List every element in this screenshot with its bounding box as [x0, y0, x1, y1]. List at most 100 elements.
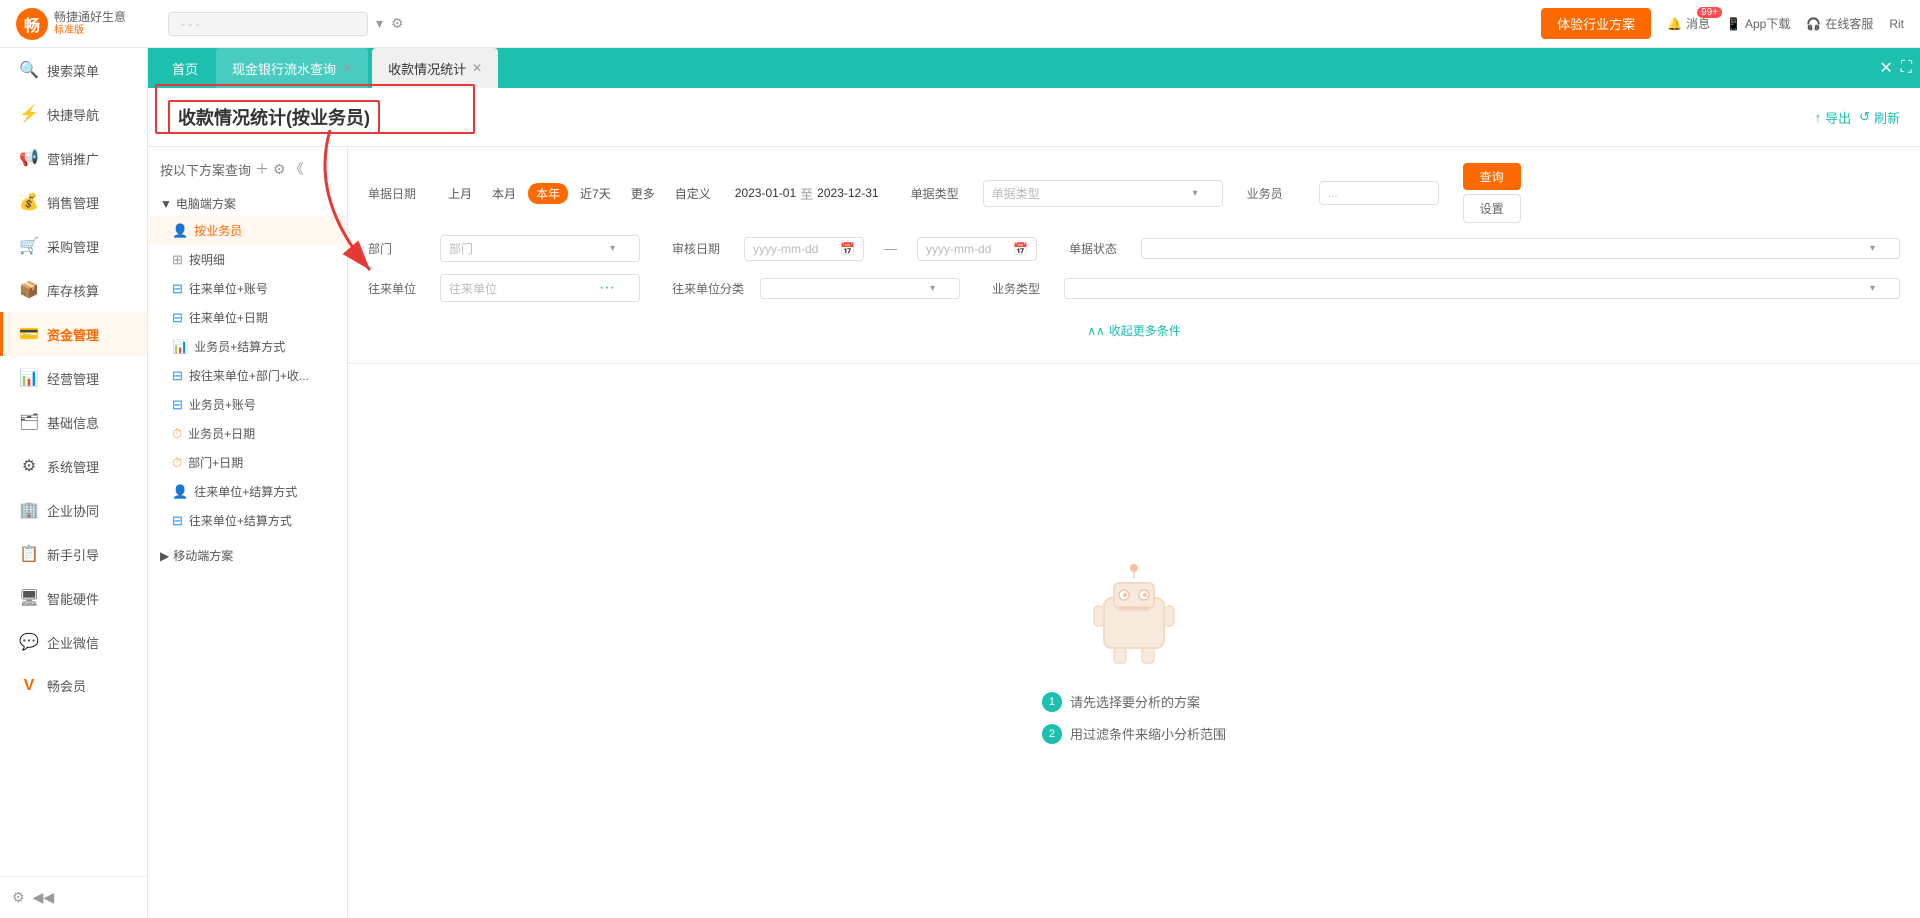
online-service-btn[interactable]: 🎧 在线客服 — [1806, 15, 1873, 32]
sidebar-item-search[interactable]: 🔍 搜索菜单 — [0, 48, 147, 92]
add-scheme-btn[interactable]: ＋ — [255, 159, 269, 179]
panel-header-text: 按以下方案查询 — [160, 160, 251, 179]
doctype-select[interactable]: 单据类型 ▾ — [983, 180, 1223, 207]
partner-dots[interactable]: ··· — [599, 279, 615, 297]
desktop-group-header[interactable]: ▼ 电脑端方案 — [148, 191, 347, 216]
scheme-by-unit-payment2[interactable]: ⊟ 往来单位+结算方式 — [148, 506, 347, 535]
sidebar-item-operation[interactable]: 📊 经营管理 — [0, 356, 147, 400]
scheme-by-unit-dept[interactable]: ⊟ 按往来单位+部门+收... — [148, 361, 347, 390]
settings-gear-btn[interactable]: ⚙ — [391, 15, 404, 32]
tab-bar: 首页 现金银行流水查询 ✕ 收款情况统计 ✕ ✕ ⛶ — [148, 48, 1920, 88]
review-date-to[interactable]: yyyy-mm-dd 📅 — [917, 237, 1037, 261]
sidebar-collapse-btn[interactable]: ◀◀ — [33, 889, 55, 906]
sidebar-item-member[interactable]: V 畅会员 — [0, 664, 147, 707]
sidebar-item-finance[interactable]: 💳 资金管理 — [0, 312, 147, 356]
refresh-btn[interactable]: ↺ 刷新 — [1859, 108, 1900, 127]
date-tab-last-month[interactable]: 上月 — [440, 183, 480, 204]
tab-close-all-btn[interactable]: ✕ — [1879, 58, 1892, 78]
export-btn[interactable]: ↑ 导出 — [1815, 108, 1852, 127]
scheme-by-unit-account[interactable]: ⊟ 往来单位+账号 — [148, 274, 347, 303]
scheme-by-salesperson-payment[interactable]: 📊 业务员+结算方式 — [148, 332, 347, 361]
page-actions: ↑ 导出 ↺ 刷新 — [1815, 108, 1900, 127]
guide-icon: 📋 — [19, 544, 39, 564]
dept-select[interactable]: 部门 ▾ — [440, 235, 640, 262]
collapse-panel-btn[interactable]: 《 — [290, 159, 304, 179]
tab-bank[interactable]: 现金银行流水查询 ✕ — [216, 48, 368, 88]
scheme-by-salesperson-date[interactable]: ⏱ 业务员+日期 — [148, 419, 347, 448]
app-download-btn[interactable]: 📱 App下载 — [1726, 15, 1790, 32]
trial-btn[interactable]: 体验行业方案 — [1541, 8, 1651, 39]
tab-collection-close[interactable]: ✕ — [472, 61, 482, 75]
notification-btn[interactable]: 🔔 消息 99+ — [1667, 15, 1710, 32]
search-row-3: 往来单位 往来单位 ··· 往来单位分类 ▾ 业务类型 — [368, 274, 1900, 302]
date-tab-7days[interactable]: 近7天 — [572, 183, 619, 204]
tab-expand-btn[interactable]: ⛶ — [1901, 59, 1912, 77]
doc-status-select[interactable]: ▾ — [1141, 238, 1900, 259]
tab-collection[interactable]: 收款情况统计 ✕ — [372, 48, 498, 88]
partner-cat-chevron: ▾ — [930, 283, 935, 294]
purchase-icon: 🛒 — [19, 236, 39, 256]
business-type-label: 业务类型 — [992, 280, 1048, 297]
partner-select[interactable]: 往来单位 ··· — [440, 274, 640, 302]
user-avatar[interactable]: Rit — [1889, 17, 1904, 31]
date-tab-custom[interactable]: 自定义 — [667, 183, 719, 204]
review-date-from[interactable]: yyyy-mm-dd 📅 — [744, 237, 864, 261]
mobile-group-header[interactable]: ▶ 移动端方案 — [148, 543, 347, 568]
date-tab-more[interactable]: 更多 — [623, 183, 663, 204]
sidebar-item-hardware[interactable]: 🖥 智能硬件 — [0, 576, 147, 620]
query-buttons: 查询 设置 — [1463, 163, 1521, 223]
sidebar-item-system[interactable]: ⚙ 系统管理 — [0, 444, 147, 488]
collapse-more-btn[interactable]: ∧∧ 收起更多条件 — [368, 314, 1900, 347]
sidebar-item-base[interactable]: 🗂 基础信息 — [0, 400, 147, 444]
hardware-icon: 🖥 — [19, 588, 39, 608]
date-tab-this-year[interactable]: 本年 — [528, 183, 568, 204]
sidebar: 🔍 搜索菜单 ⚡ 快捷导航 📢 营销推广 💰 销售管理 🛒 采购管理 📦 库存核… — [0, 48, 148, 918]
business-type-select[interactable]: ▾ — [1064, 278, 1900, 299]
settings-fields-btn[interactable]: 设置 — [1463, 194, 1521, 223]
headset-icon: 🎧 — [1806, 17, 1821, 31]
sales-icon: 💰 — [19, 192, 39, 212]
search-row-1: 单据日期 上月 本月 本年 近7天 更多 自定义 2023-01-01 — [368, 163, 1900, 223]
settings-scheme-btn[interactable]: ⚙ — [273, 161, 286, 178]
review-date-label: 审核日期 — [672, 240, 728, 257]
right-content: 单据日期 上月 本月 本年 近7天 更多 自定义 2023-01-01 — [348, 147, 1920, 918]
tip-num-2: 2 — [1042, 724, 1062, 744]
scheme-by-unit-payment1[interactable]: 👤 往来单位+结算方式 — [148, 477, 347, 506]
sidebar-settings-btn[interactable]: ⚙ — [12, 889, 25, 906]
chart-icon: 📊 — [172, 339, 188, 355]
member-icon: V — [19, 677, 39, 695]
sidebar-item-marketing[interactable]: 📢 营销推广 — [0, 136, 147, 180]
scheme-by-salesperson[interactable]: 👤 按业务员 — [148, 216, 347, 245]
date-from: 2023-01-01 — [735, 186, 796, 200]
tab-bank-close[interactable]: ✕ — [342, 61, 352, 75]
scheme-by-unit-date[interactable]: ⊟ 往来单位+日期 — [148, 303, 347, 332]
date-label: 单据日期 — [368, 185, 424, 202]
clock-icon: ⏱ — [172, 426, 182, 442]
sidebar-item-nav[interactable]: ⚡ 快捷导航 — [0, 92, 147, 136]
finance-icon: 💳 — [19, 324, 39, 344]
sidebar-item-corp[interactable]: 🏢 企业协同 — [0, 488, 147, 532]
export-icon: ↑ — [1815, 110, 1822, 125]
sidebar-item-purchase[interactable]: 🛒 采购管理 — [0, 224, 147, 268]
scheme-by-dept-date[interactable]: ⏱ 部门+日期 — [148, 448, 347, 477]
sidebar-bottom: ⚙ ◀◀ — [0, 876, 147, 918]
search-area: 单据日期 上月 本月 本年 近7天 更多 自定义 2023-01-01 — [348, 147, 1920, 364]
sidebar-item-guide[interactable]: 📋 新手引导 — [0, 532, 147, 576]
dropdown-btn[interactable]: ▾ — [376, 15, 383, 32]
sidebar-item-inventory[interactable]: 📦 库存核算 — [0, 268, 147, 312]
query-btn[interactable]: 查询 — [1463, 163, 1521, 190]
tab-home[interactable]: 首页 — [156, 48, 214, 88]
scheme-by-detail[interactable]: ⊞ 按明细 — [148, 245, 347, 274]
salesperson-select[interactable]: ... — [1319, 181, 1439, 205]
partner-category-select[interactable]: ▾ — [760, 278, 960, 299]
sidebar-item-sales[interactable]: 💰 销售管理 — [0, 180, 147, 224]
scheme-by-salesperson-account[interactable]: ⊟ 业务员+账号 — [148, 390, 347, 419]
date-tab-this-month[interactable]: 本月 — [484, 183, 524, 204]
calendar-icon: 📅 — [840, 242, 855, 256]
main-content: 首页 现金银行流水查询 ✕ 收款情况统计 ✕ ✕ ⛶ 收款情况统计(按业务员) — [148, 48, 1920, 918]
date-range-display: 2023-01-01 至 2023-12-31 — [735, 184, 879, 203]
doctype-chevron: ▾ — [1193, 188, 1198, 199]
sidebar-item-wechat[interactable]: 💬 企业微信 — [0, 620, 147, 664]
tip-num-1: 1 — [1042, 692, 1062, 712]
page-area: 收款情况统计(按业务员) ↑ 导出 ↺ 刷新 按以下 — [148, 88, 1920, 918]
